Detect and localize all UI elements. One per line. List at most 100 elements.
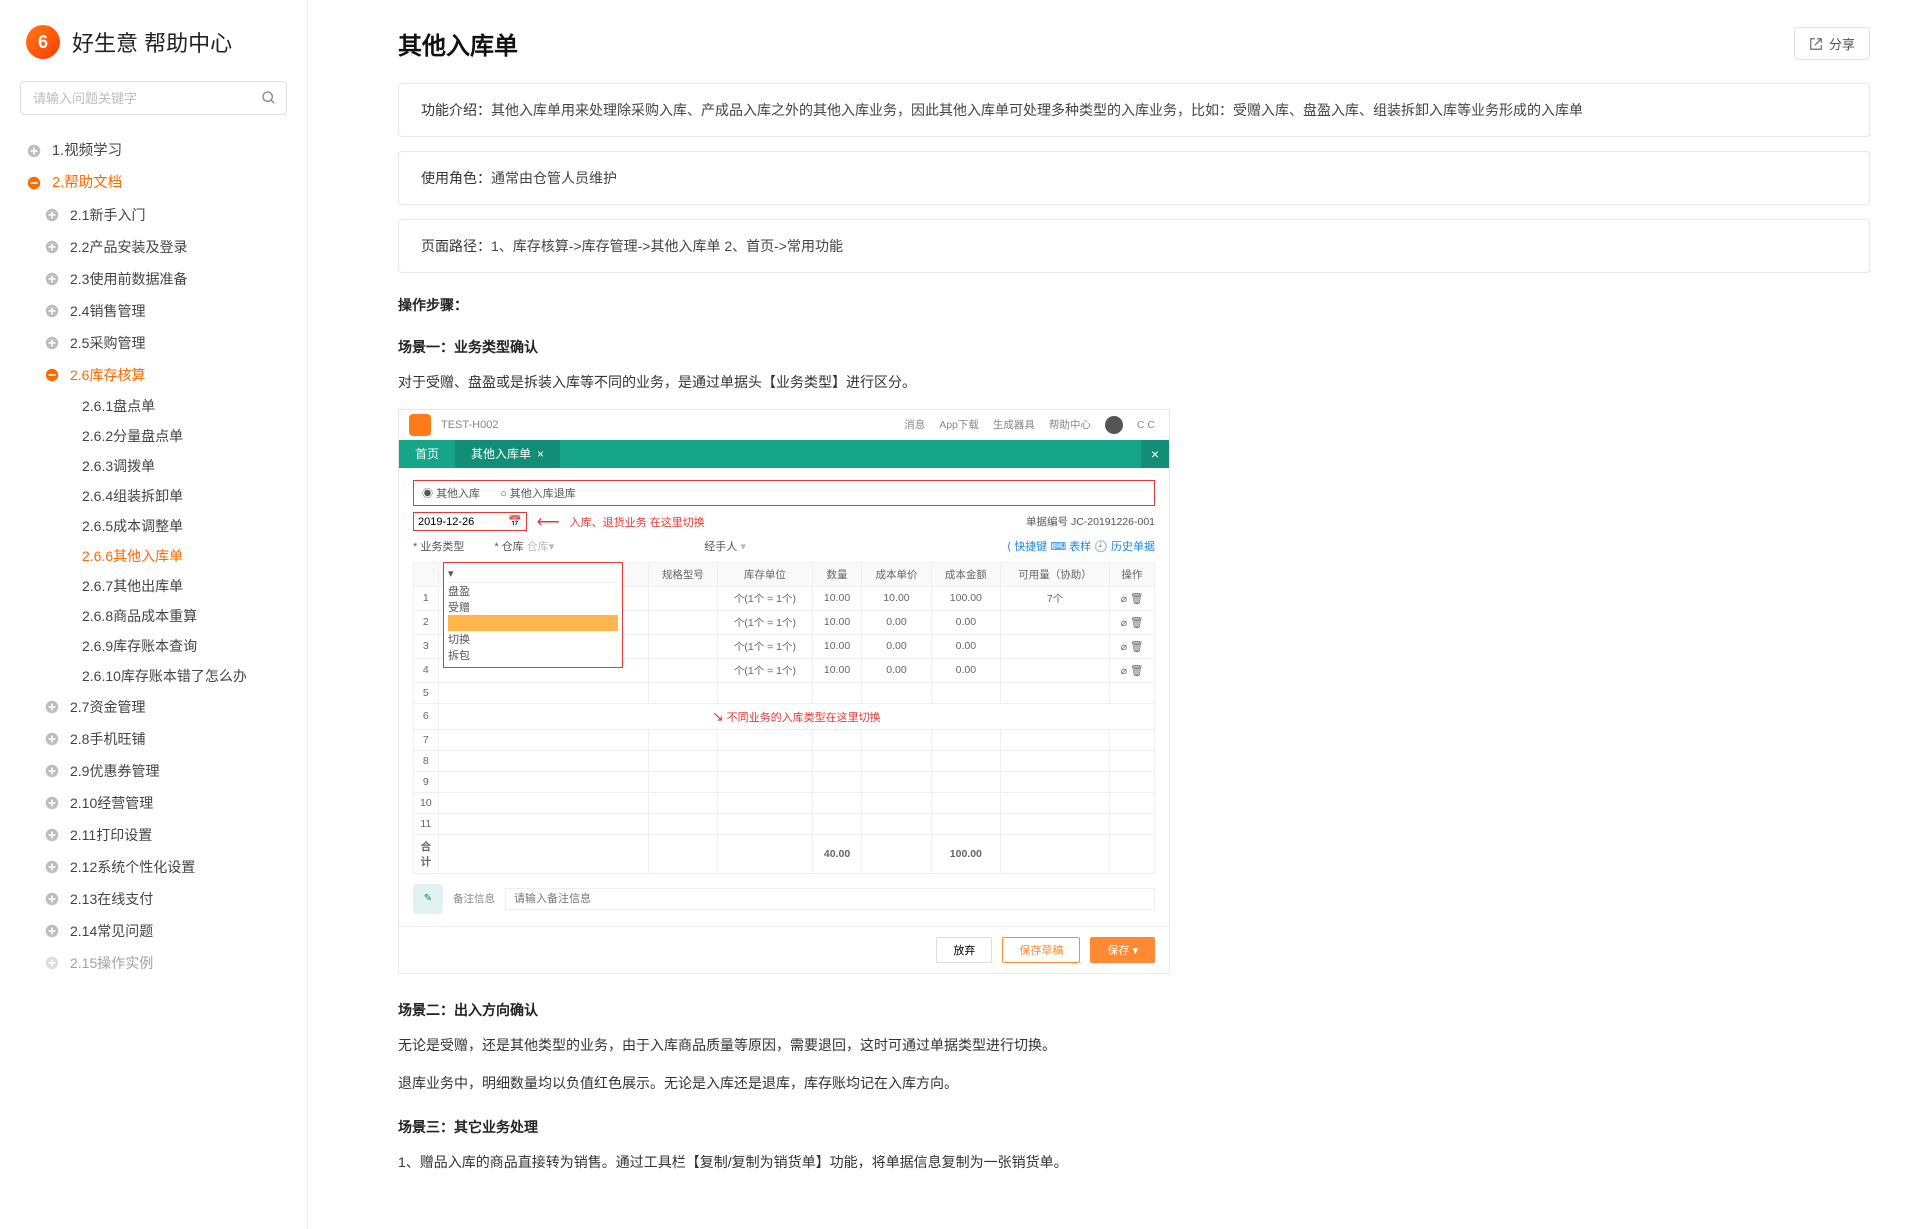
scene2-desc2: 退库业务中，明细数量均以负值红色展示。无论是入库还是退库，库存账均记在入库方向。: [398, 1072, 1870, 1096]
plus-icon: [44, 795, 60, 811]
plus-icon: [44, 827, 60, 843]
ss-top-link: App下载: [939, 417, 979, 432]
ss-cancel-button: 放弃: [936, 937, 992, 963]
nav-2-1[interactable]: 2.1新手入门: [20, 199, 287, 231]
ss-top-link: 生成器具: [993, 417, 1035, 432]
plus-icon: [44, 303, 60, 319]
plus-icon: [44, 271, 60, 287]
scene1-title: 场景一：业务类型确认: [398, 337, 1870, 357]
search-box: [20, 81, 287, 115]
nav-2-6-1[interactable]: 2.6.1盘点单: [20, 391, 287, 421]
site-title: 好生意 帮助中心: [72, 26, 232, 58]
ss-tenant: TEST-H002: [441, 419, 498, 431]
nav-2-4[interactable]: 2.4销售管理: [20, 295, 287, 327]
nav-label: 1.视频学习: [52, 144, 122, 159]
ss-tab-doc: 其他入库单×: [455, 440, 560, 468]
table-row: 7: [414, 729, 1155, 750]
intro-text: 其他入库单用来处理除采购入库、产成品入库之外的其他入库业务，因此其他入库单可处理…: [491, 102, 1583, 118]
nav-2-5[interactable]: 2.5采购管理: [20, 327, 287, 359]
nav-2-6-10[interactable]: 2.6.10库存账本错了怎么办: [20, 661, 287, 691]
remark-icon: ✎: [413, 884, 443, 914]
ss-remark-input: [505, 888, 1155, 910]
ss-date-box: 📅: [413, 512, 527, 531]
plus-icon: [44, 731, 60, 747]
nav-2-3[interactable]: 2.3使用前数据准备: [20, 263, 287, 295]
search-input[interactable]: [20, 81, 287, 115]
nav-2-14[interactable]: 2.14常见问题: [20, 915, 287, 947]
nav-2-12[interactable]: 2.12系统个性化设置: [20, 851, 287, 883]
nav-2-2[interactable]: 2.2产品安装及登录: [20, 231, 287, 263]
scene2-desc1: 无论是受赠，还是其他类型的业务，由于入库商品质量等原因，需要退回，这时可通过单据…: [398, 1034, 1870, 1058]
ss-top-link: 帮助中心: [1049, 417, 1091, 432]
scene3-line1: 1、赠品入库的商品直接转为销售。通过工具栏【复制/复制为销货单】功能，将单据信息…: [398, 1151, 1870, 1175]
ss-dropdown: ▾ 盘盈 受赠 切换 拆包: [443, 562, 623, 668]
ss-radio-in: ◉ 其他入库: [422, 485, 480, 501]
ss-topbar: TEST-H002 消息 App下载 生成器具 帮助中心 C C: [399, 410, 1169, 440]
nav-2-10[interactable]: 2.10经营管理: [20, 787, 287, 819]
page-title: 其他入库单: [398, 26, 518, 61]
table-total-row: 合计40.00100.00: [414, 834, 1155, 873]
nav-docs[interactable]: 2.帮助文档: [20, 167, 287, 199]
ss-draft-button: 保存草稿: [1002, 937, 1080, 963]
scene2-title: 场景二：出入方向确认: [398, 1000, 1870, 1020]
ss-annotation-top: 入库、退货业务 在这里切换: [570, 514, 705, 530]
table-row: 8: [414, 750, 1155, 771]
nav-2-6-3[interactable]: 2.6.3调拨单: [20, 451, 287, 481]
ss-save-button: 保存 ▾: [1090, 937, 1155, 963]
share-icon: [1809, 37, 1823, 51]
nav-2-6-6[interactable]: 2.6.6其他入库单: [20, 541, 287, 571]
ss-radio-group: ◉ 其他入库 ○ 其他入库退库: [413, 480, 1155, 506]
nav-2-15[interactable]: 2.15操作实例: [20, 947, 287, 979]
scene1-desc: 对于受赠、盘盈或是拆装入库等不同的业务，是通过单据头【业务类型】进行区分。: [398, 371, 1870, 395]
nav-2-13[interactable]: 2.13在线支付: [20, 883, 287, 915]
main-content: 其他入库单 分享 功能介绍：其他入库单用来处理除采购入库、产成品入库之外的其他入…: [308, 0, 1920, 1229]
remark-label: 备注信息: [453, 891, 495, 906]
table-row: 9: [414, 771, 1155, 792]
plus-icon: [44, 699, 60, 715]
ss-tabs: 首页 其他入库单× ×: [399, 440, 1169, 468]
arrow-icon: ⟵: [537, 512, 560, 532]
plus-icon: [44, 763, 60, 779]
nav-video[interactable]: 1.视频学习: [20, 135, 287, 167]
plus-icon: [44, 239, 60, 255]
arrow-icon: ↘: [712, 708, 724, 724]
path-label: 页面路径：: [421, 238, 491, 254]
nav-label: 2.帮助文档: [52, 176, 122, 191]
nav-2-6[interactable]: 2.6库存核算: [20, 359, 287, 391]
nav-2-6-4[interactable]: 2.6.4组装拆卸单: [20, 481, 287, 511]
path-text: 1、库存核算->库存管理->其他入库单 2、首页->常用功能: [491, 238, 843, 254]
steps-label: 操作步骤：: [398, 295, 1870, 315]
ss-tab-home: 首页: [399, 440, 455, 468]
search-icon[interactable]: [261, 90, 277, 106]
nav-2-11[interactable]: 2.11打印设置: [20, 819, 287, 851]
plus-icon: [44, 891, 60, 907]
nav-2-6-8[interactable]: 2.6.8商品成本重算: [20, 601, 287, 631]
intro-box: 功能介绍：其他入库单用来处理除采购入库、产成品入库之外的其他入库业务，因此其他入…: [398, 83, 1870, 137]
plus-icon: [44, 207, 60, 223]
nav-2-6-2[interactable]: 2.6.2分量盘点单: [20, 421, 287, 451]
ss-radio-return: ○ 其他入库退库: [500, 485, 576, 501]
ss-tab-close-icon: ×: [1141, 440, 1169, 468]
plus-icon: [26, 143, 42, 159]
ss-date-input: [418, 516, 508, 528]
nav-2-8[interactable]: 2.8手机旺铺: [20, 723, 287, 755]
ss-top-link: 消息: [904, 417, 925, 432]
intro-label: 功能介绍：: [421, 102, 491, 118]
role-box: 使用角色：通常由仓管人员维护: [398, 151, 1870, 205]
nav-2-6-9[interactable]: 2.6.9库存账本查询: [20, 631, 287, 661]
logo-icon: 6: [26, 25, 60, 59]
site-logo[interactable]: 6 好生意 帮助中心: [20, 25, 287, 59]
plus-icon: [44, 335, 60, 351]
ss-annotation-mid: 不同业务的入库类型在这里切换: [727, 712, 881, 724]
table-row: 10: [414, 792, 1155, 813]
share-button[interactable]: 分享: [1794, 27, 1870, 60]
sidebar: 6 好生意 帮助中心 1.视频学习 2.帮助文档 2.1新手入门 2.2产品安装…: [0, 0, 308, 1229]
nav-2-9[interactable]: 2.9优惠券管理: [20, 755, 287, 787]
role-label: 使用角色：: [421, 170, 491, 186]
nav-2-7[interactable]: 2.7资金管理: [20, 691, 287, 723]
table-row: 6↘ 不同业务的入库类型在这里切换: [414, 703, 1155, 729]
plus-icon: [44, 955, 60, 971]
nav-2-6-5[interactable]: 2.6.5成本调整单: [20, 511, 287, 541]
nav-2-6-7[interactable]: 2.6.7其他出库单: [20, 571, 287, 601]
minus-icon: [26, 175, 42, 191]
